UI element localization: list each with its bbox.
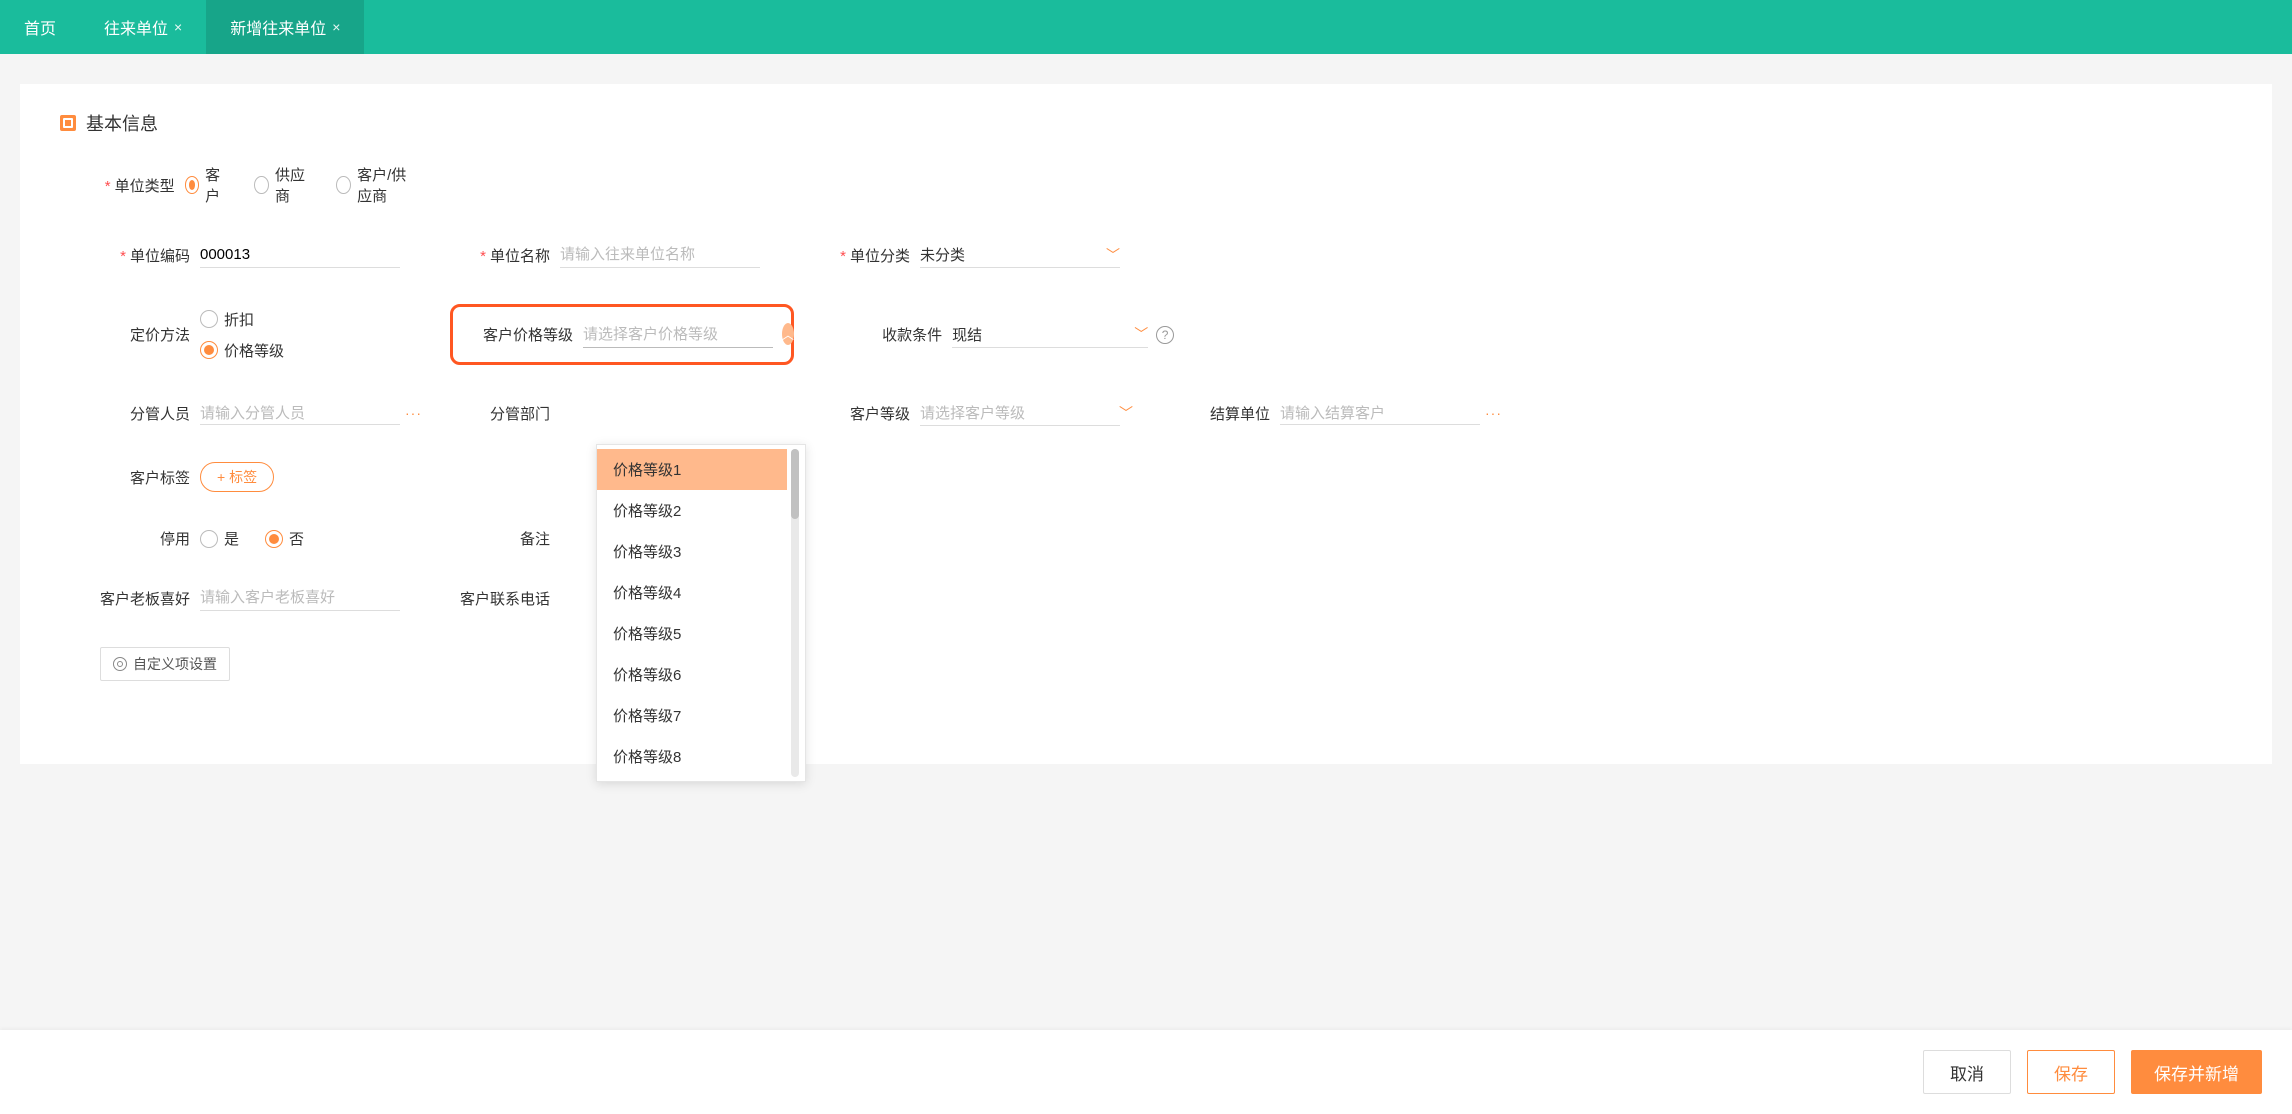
radio-disabled-no[interactable]: 否 xyxy=(265,528,304,549)
label-receipt-cond: 收款条件 xyxy=(844,324,952,345)
label-unit-type: *单位类型 xyxy=(90,175,185,196)
help-icon[interactable]: ? xyxy=(1156,326,1174,344)
custom-fields-label: 自定义项设置 xyxy=(133,654,217,674)
dropdown-item[interactable]: 价格等级5 xyxy=(597,613,787,654)
label-dept: 分管部门 xyxy=(450,403,560,424)
save-button[interactable]: 保存 xyxy=(2027,1050,2115,1094)
label-cust-phone: 客户联系电话 xyxy=(450,588,560,609)
price-level-dropdown[interactable]: 价格等级1 价格等级2 价格等级3 价格等级4 价格等级5 价格等级6 价格等级… xyxy=(596,444,806,782)
radio-customer[interactable]: 客户 xyxy=(185,164,229,206)
settle-unit-input[interactable] xyxy=(1280,405,1479,422)
save-and-new-button[interactable]: 保存并新增 xyxy=(2131,1050,2262,1094)
section-icon xyxy=(60,115,76,131)
radio-discount[interactable]: 折扣 xyxy=(200,309,284,330)
label-disabled: 停用 xyxy=(90,528,200,549)
receipt-cond-select[interactable]: 现结 ﹀ xyxy=(952,322,1148,348)
tab-label: 往来单位 xyxy=(104,15,168,39)
label-cust-tag: 客户标签 xyxy=(90,467,200,488)
dropdown-item[interactable]: 价格等级8 xyxy=(597,736,787,777)
unit-category-select[interactable]: 未分类 ﹀ xyxy=(920,242,1120,268)
chevron-up-icon[interactable]: ︿ xyxy=(782,323,794,345)
top-tab-bar: 首页 往来单位 × 新增往来单位 × xyxy=(0,0,2292,54)
label-cust-level: 客户等级 xyxy=(810,403,920,424)
manager-input[interactable] xyxy=(200,405,399,422)
more-icon[interactable]: ··· xyxy=(1485,405,1502,421)
section-title: 基本信息 xyxy=(60,110,2232,136)
label-boss-pref: 客户老板喜好 xyxy=(90,588,200,609)
chevron-down-icon: ﹀ xyxy=(1106,245,1120,265)
pricing-method-radio-group: 折扣 价格等级 xyxy=(200,309,284,361)
receipt-cond-value: 现结 xyxy=(952,324,1134,345)
dropdown-item[interactable]: 价格等级4 xyxy=(597,572,787,613)
label-price-level: 客户价格等级 xyxy=(463,324,583,345)
cust-level-input[interactable] xyxy=(920,405,1119,422)
unit-name-input[interactable] xyxy=(560,242,760,268)
tab-list[interactable]: 往来单位 × xyxy=(80,0,206,54)
close-icon[interactable]: × xyxy=(174,19,182,35)
unit-category-value: 未分类 xyxy=(920,244,1106,265)
close-icon[interactable]: × xyxy=(332,19,340,35)
dropdown-item[interactable]: 价格等级1 xyxy=(597,449,787,490)
form-card: 基本信息 *单位类型 客户 供应商 客户/供应商 *单位编码 *单位名称 *单位… xyxy=(20,84,2272,764)
footer-actions: 取消 保存 保存并新增 xyxy=(0,1030,2292,1114)
section-title-text: 基本信息 xyxy=(86,110,158,136)
label-unit-category: *单位分类 xyxy=(810,245,920,266)
dropdown-item[interactable]: 价格等级2 xyxy=(597,490,787,531)
cust-level-select[interactable]: ﹀ xyxy=(920,401,1120,426)
boss-pref-input[interactable] xyxy=(200,585,400,611)
unit-code-input[interactable] xyxy=(200,242,400,268)
radio-both[interactable]: 客户/供应商 xyxy=(336,164,420,206)
radio-disabled-yes[interactable]: 是 xyxy=(200,528,239,549)
manager-select[interactable]: ··· xyxy=(200,403,400,425)
tab-add-unit[interactable]: 新增往来单位 × xyxy=(206,0,364,54)
label-settle-unit: 结算单位 xyxy=(1170,403,1280,424)
label-remark: 备注 xyxy=(450,528,560,549)
label-manager: 分管人员 xyxy=(90,403,200,424)
label-unit-code: *单位编码 xyxy=(90,245,200,266)
tab-label: 新增往来单位 xyxy=(230,15,326,39)
add-tag-button[interactable]: + 标签 xyxy=(200,462,274,492)
label-pricing-method: 定价方法 xyxy=(90,324,200,345)
disabled-radio-group: 是 否 xyxy=(200,528,304,549)
price-level-input[interactable] xyxy=(583,326,782,343)
radio-supplier[interactable]: 供应商 xyxy=(254,164,310,206)
gear-icon xyxy=(113,657,127,671)
dropdown-item[interactable]: 价格等级3 xyxy=(597,531,787,572)
tab-home[interactable]: 首页 xyxy=(0,0,80,54)
custom-fields-button[interactable]: 自定义项设置 xyxy=(100,647,230,681)
cancel-button[interactable]: 取消 xyxy=(1923,1050,2011,1094)
dropdown-item[interactable]: 价格等级7 xyxy=(597,695,787,736)
price-level-select[interactable]: ︿ xyxy=(583,321,773,348)
chevron-down-icon: ﹀ xyxy=(1119,403,1133,423)
unit-type-radio-group: 客户 供应商 客户/供应商 xyxy=(185,164,420,206)
chevron-down-icon: ﹀ xyxy=(1134,324,1148,344)
dropdown-item[interactable]: 价格等级6 xyxy=(597,654,787,695)
more-icon[interactable]: ··· xyxy=(405,405,422,421)
settle-unit-select[interactable]: ··· xyxy=(1280,403,1480,425)
tab-label: 首页 xyxy=(24,15,56,39)
label-unit-name: *单位名称 xyxy=(450,245,560,266)
price-level-highlight: 客户价格等级 ︿ xyxy=(450,304,794,365)
radio-price-level[interactable]: 价格等级 xyxy=(200,340,284,361)
